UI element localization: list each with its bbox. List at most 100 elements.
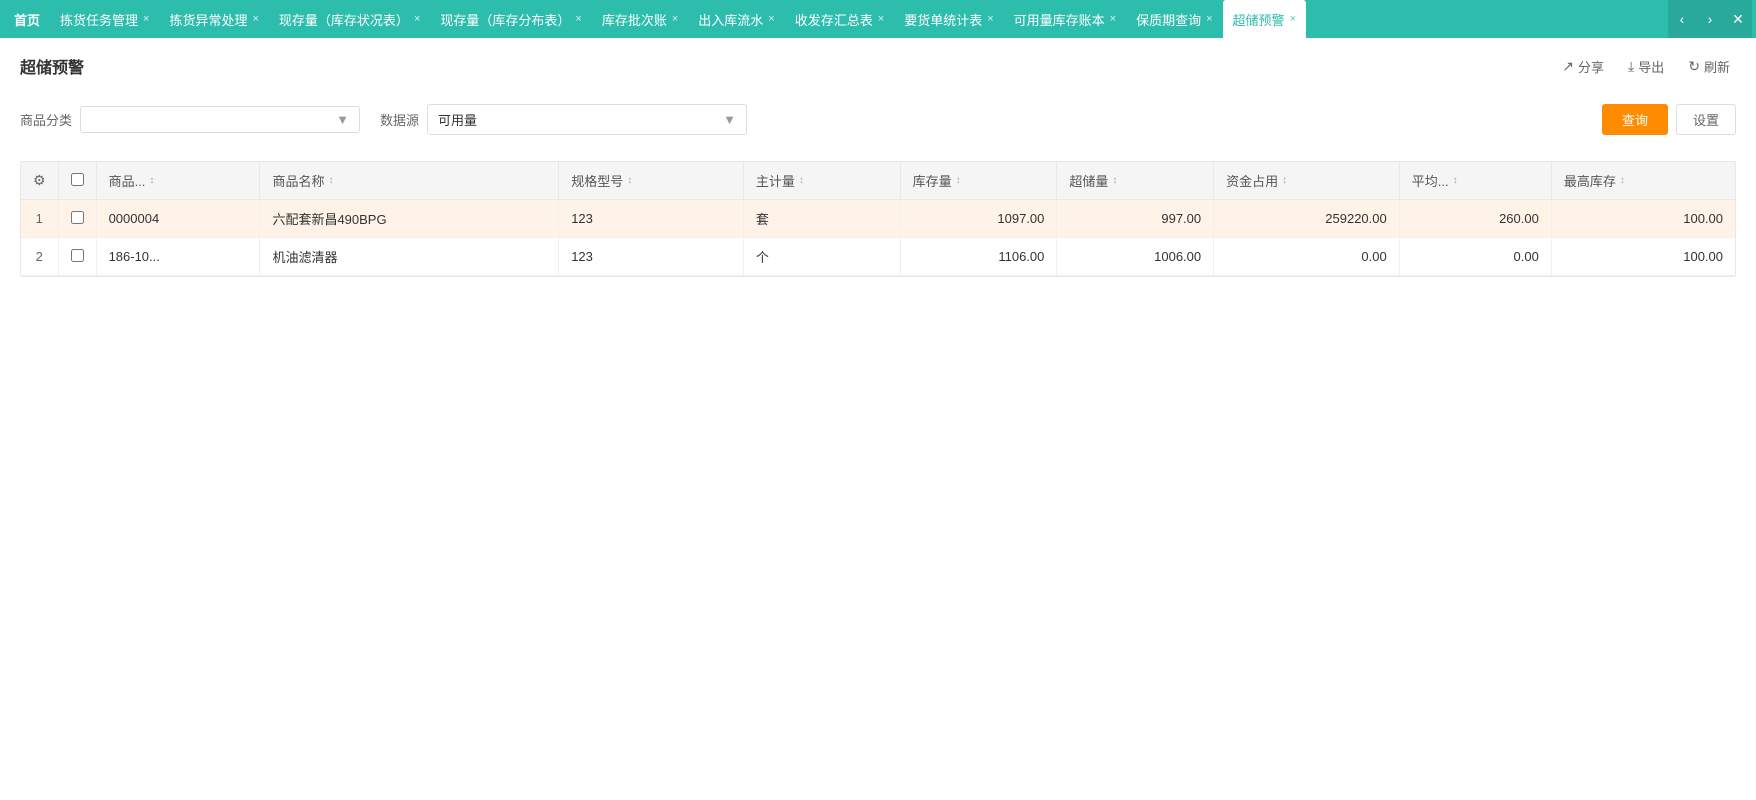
th-capital: 资金占用 ↕ [1214,162,1400,200]
td-stock-0: 1097.00 [900,200,1057,238]
nav-item-available-account[interactable]: 可用量库存账本 × [1004,0,1126,38]
nav-item-batch-account[interactable]: 库存批次账 × [592,0,688,38]
th-overstock: 超储量 ↕ [1057,162,1214,200]
td-code-0: 0000004 [96,200,260,238]
td-index-0: 1 [21,200,58,238]
filter-area: 商品分类 ▼ 数据源 可用量 ▼ 查询 设置 [20,94,1736,145]
sort-unit-icon[interactable]: ↕ [799,175,804,186]
td-spec-1: 123 [559,238,744,276]
table-body: 1 0000004 六配套新昌490BPG 123 套 1097.00 997.… [21,200,1735,276]
td-code-1: 186-10... [96,238,260,276]
th-checkbox [58,162,96,200]
nav-item-pick-task[interactable]: 拣货任务管理 × [50,0,159,38]
th-settings: ⚙ [21,162,58,200]
close-order-stats[interactable]: × [987,13,993,25]
td-index-1: 2 [21,238,58,276]
close-pick-exception[interactable]: × [252,13,258,25]
sort-name-icon[interactable]: ↕ [328,175,333,186]
td-spec-0: 123 [559,200,744,238]
th-unit: 主计量 ↕ [743,162,900,200]
page-content: 超储预警 ↗ 分享 ⤓ 导出 ↻ 刷新 商品分类 ▼ 数据源 [0,38,1756,800]
td-max-stock-0: 100.00 [1551,200,1735,238]
query-button[interactable]: 查询 [1602,104,1668,135]
close-inout-summary[interactable]: × [878,13,884,25]
category-arrow-icon: ▼ [336,112,349,127]
td-stock-1: 1106.00 [900,238,1057,276]
filter-buttons: 查询 设置 [1602,104,1736,135]
datasource-select[interactable]: 可用量 ▼ [427,104,747,135]
nav-item-overstock-warning[interactable]: 超储预警 × [1223,0,1306,38]
nav-item-inventory-status[interactable]: 现存量（库存状况表） × [269,0,430,38]
category-label: 商品分类 [20,110,72,129]
th-avg: 平均... ↕ [1399,162,1551,200]
td-unit-1: 个 [743,238,900,276]
category-filter: 商品分类 ▼ [20,106,360,133]
th-stock: 库存量 ↕ [900,162,1057,200]
datasource-filter: 数据源 可用量 ▼ [380,104,747,135]
nav-next-button[interactable]: › [1696,0,1724,38]
header-actions: ↗ 分享 ⤓ 导出 ↻ 刷新 [1556,55,1736,78]
th-name: 商品名称 ↕ [260,162,559,200]
row-checkbox-1[interactable] [71,249,84,262]
sort-stock-icon[interactable]: ↕ [956,175,961,186]
nav-arrows: ‹ › ✕ [1668,0,1752,38]
nav-item-pick-exception[interactable]: 拣货异常处理 × [159,0,268,38]
nav-item-inout-flow[interactable]: 出入库流水 × [688,0,784,38]
nav-item-inventory-dist[interactable]: 现存量（库存分布表） × [430,0,591,38]
close-overstock-warning[interactable]: × [1290,13,1296,25]
export-button[interactable]: ⤓ 导出 [1622,55,1670,78]
table-container: ⚙ 商品... ↕ 商品名称 ↕ [20,161,1736,277]
td-avg-1: 0.00 [1399,238,1551,276]
select-all-checkbox[interactable] [71,173,84,186]
share-icon: ↗ [1562,58,1574,75]
nav-item-home[interactable]: 首页 [4,0,50,38]
td-overstock-1: 1006.00 [1057,238,1214,276]
refresh-icon: ↻ [1688,58,1700,75]
share-button[interactable]: ↗ 分享 [1556,55,1610,78]
page-title: 超储预警 [20,54,84,78]
th-code: 商品... ↕ [96,162,260,200]
td-avg-0: 260.00 [1399,200,1551,238]
table-header-row: ⚙ 商品... ↕ 商品名称 ↕ [21,162,1735,200]
close-inventory-status[interactable]: × [414,13,420,25]
sort-overstock-icon[interactable]: ↕ [1112,175,1117,186]
datasource-arrow-icon: ▼ [723,112,736,127]
td-capital-0: 259220.00 [1214,200,1400,238]
td-name-0: 六配套新昌490BPG [260,200,559,238]
sort-capital-icon[interactable]: ↕ [1282,175,1287,186]
nav-prev-button[interactable]: ‹ [1668,0,1696,38]
category-select[interactable]: ▼ [80,106,360,133]
data-table: ⚙ 商品... ↕ 商品名称 ↕ [21,162,1735,276]
nav-item-inout-summary[interactable]: 收发存汇总表 × [785,0,894,38]
settings-button[interactable]: 设置 [1676,104,1736,135]
refresh-button[interactable]: ↻ 刷新 [1682,55,1736,78]
td-name-1: 机油滤清器 [260,238,559,276]
page-header: 超储预警 ↗ 分享 ⤓ 导出 ↻ 刷新 [20,54,1736,78]
top-nav: 首页 拣货任务管理 × 拣货异常处理 × 现存量（库存状况表） × 现存量（库存… [0,0,1756,38]
close-inventory-dist[interactable]: × [575,13,581,25]
close-inout-flow[interactable]: × [768,13,774,25]
sort-avg-icon[interactable]: ↕ [1453,175,1458,186]
td-max-stock-1: 100.00 [1551,238,1735,276]
nav-item-order-stats[interactable]: 要货单统计表 × [894,0,1003,38]
close-shelf-life[interactable]: × [1206,13,1212,25]
sort-code-icon[interactable]: ↕ [149,175,154,186]
row-checkbox-0[interactable] [71,211,84,224]
td-unit-0: 套 [743,200,900,238]
td-capital-1: 0.00 [1214,238,1400,276]
nav-close-button[interactable]: ✕ [1724,0,1752,38]
column-settings-icon[interactable]: ⚙ [33,172,46,188]
nav-item-shelf-life[interactable]: 保质期查询 × [1126,0,1222,38]
th-spec: 规格型号 ↕ [559,162,744,200]
sort-spec-icon[interactable]: ↕ [627,175,632,186]
datasource-select-value: 可用量 [438,110,477,129]
datasource-label: 数据源 [380,110,419,129]
table-row: 2 186-10... 机油滤清器 123 个 1106.00 1006.00 … [21,238,1735,276]
close-available-account[interactable]: × [1110,13,1116,25]
close-pick-task[interactable]: × [143,13,149,25]
td-overstock-0: 997.00 [1057,200,1214,238]
export-icon: ⤓ [1628,58,1634,75]
sort-max-stock-icon[interactable]: ↕ [1620,175,1625,186]
close-batch-account[interactable]: × [672,13,678,25]
table-row: 1 0000004 六配套新昌490BPG 123 套 1097.00 997.… [21,200,1735,238]
